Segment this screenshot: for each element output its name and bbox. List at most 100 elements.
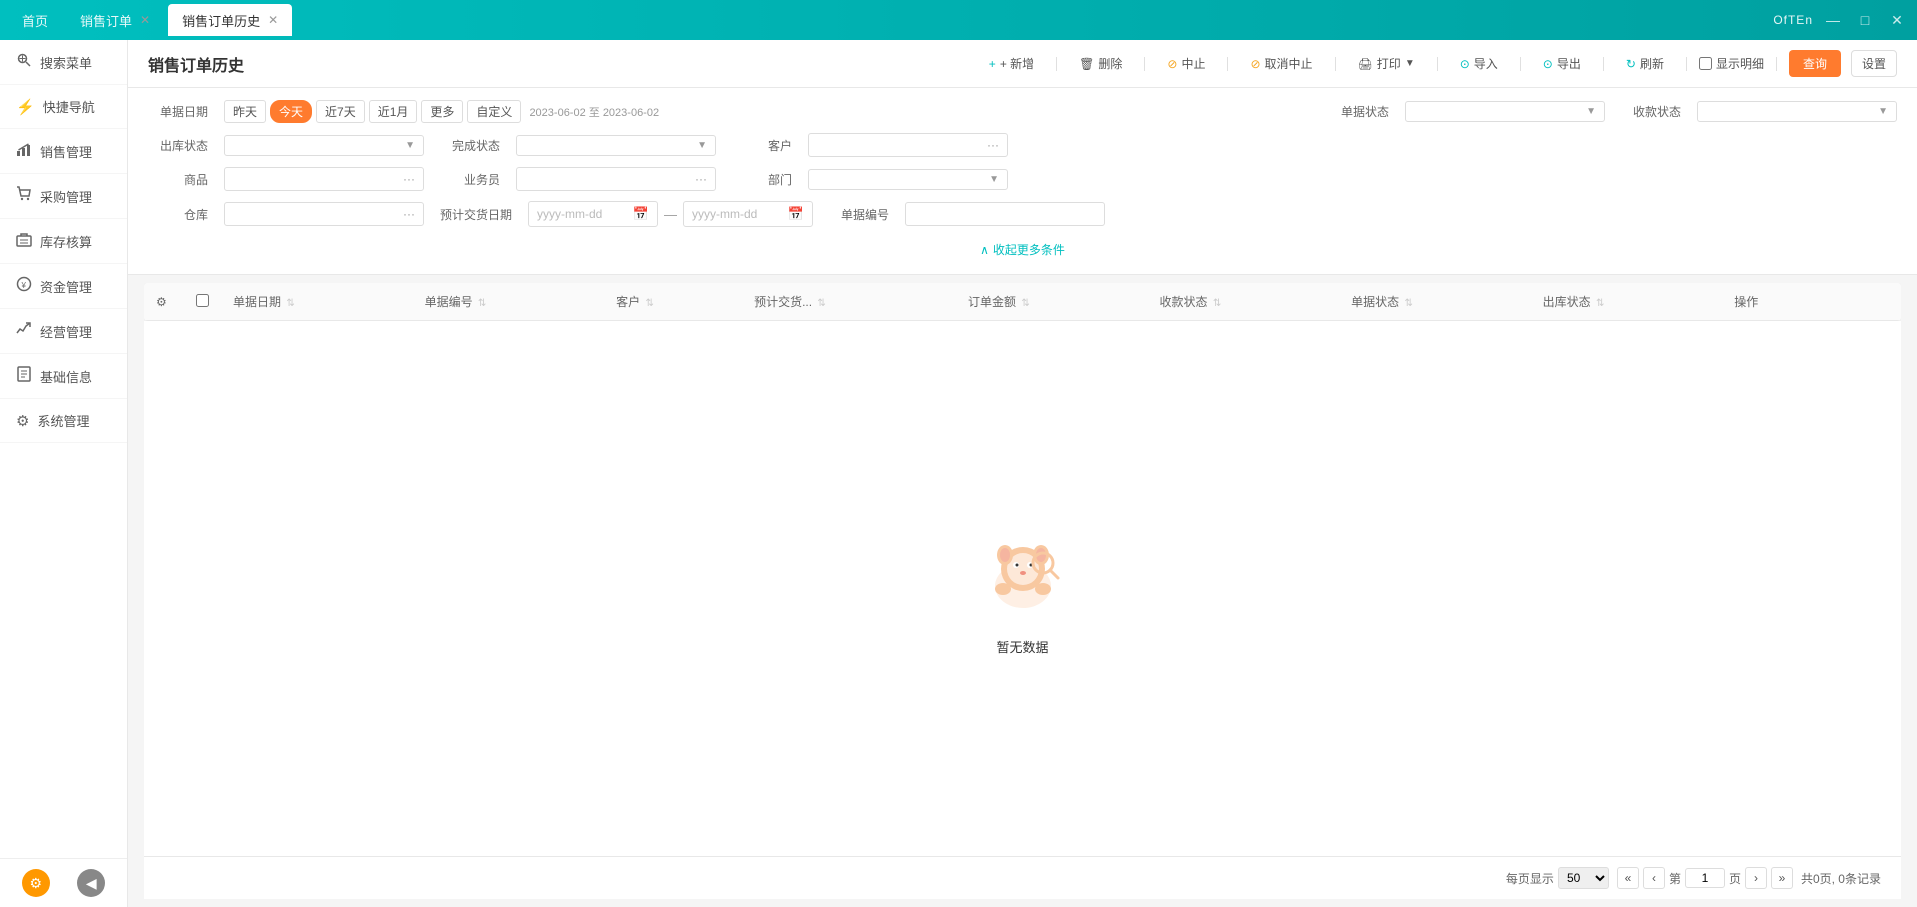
sidebar-item-sys-mgmt[interactable]: ⚙ 系统管理 <box>0 399 127 443</box>
filter-row-2: 出库状态 ▼ 完成状态 ▼ 客户 ··· <box>148 133 1897 157</box>
first-page-btn[interactable]: « <box>1617 867 1639 889</box>
date-btn-7days[interactable]: 近7天 <box>316 100 365 123</box>
delivery-date-start-cal-icon: 📅 <box>633 206 649 222</box>
inventory-icon <box>16 231 32 251</box>
th-out-status[interactable]: 出库状态 ⇅ <box>1531 283 1723 321</box>
delivery-date-start[interactable]: yyyy-mm-dd 📅 <box>528 201 658 227</box>
complete-status-select[interactable]: ▼ <box>516 135 716 156</box>
dept-select[interactable]: ▼ <box>808 169 1008 190</box>
th-voucher-no[interactable]: 单据编号 ⇅ <box>413 283 605 321</box>
query-btn[interactable]: 查询 <box>1789 50 1841 77</box>
settings-btn[interactable]: 设置 <box>1851 50 1897 77</box>
sidebar-item-basic-info[interactable]: 基础信息 <box>0 354 127 399</box>
minimize-btn[interactable]: — <box>1821 8 1845 32</box>
th-voucher-date[interactable]: 单据日期 ⇅ <box>221 283 413 321</box>
page-title: 销售订单历史 <box>148 52 244 76</box>
page-input[interactable] <box>1685 868 1725 888</box>
import-btn[interactable]: ⊙ 导入 <box>1450 51 1508 76</box>
page-header: 销售订单历史 + + 新增 🗑 删除 ⊘ 中止 ⊘ <box>128 40 1917 88</box>
delivery-date-end[interactable]: yyyy-mm-dd 📅 <box>683 201 813 227</box>
main-layout: 搜索菜单 ⚡ 快捷导航 销售管理 <box>0 40 1917 907</box>
warehouse-input[interactable]: ··· <box>224 202 424 226</box>
export-btn[interactable]: ⊙ 导出 <box>1533 51 1591 76</box>
sidebar: 搜索菜单 ⚡ 快捷导航 销售管理 <box>0 40 128 907</box>
tab-sales-order-history[interactable]: 销售订单历史 ✕ <box>168 4 292 36</box>
collapse-sidebar-btn[interactable]: ◀ <box>77 869 105 897</box>
voucher-date-control: 昨天 今天 近7天 近1月 更多 自定义 2023-06-02 至 2023-0… <box>224 100 1313 123</box>
show-detail-checkbox[interactable] <box>1699 57 1712 70</box>
customer-input[interactable]: ··· <box>808 133 1008 157</box>
receipt-status-arrow-icon: ▼ <box>1878 106 1888 117</box>
refresh-btn[interactable]: ↻ 刷新 <box>1616 51 1674 76</box>
page-jump-label: 第 <box>1669 870 1681 887</box>
per-page-select: 每页显示 10 20 50 100 <box>1506 867 1609 889</box>
show-detail-checkbox-label[interactable]: 显示明细 <box>1699 55 1764 72</box>
date-btn-custom[interactable]: 自定义 <box>467 100 521 123</box>
sales-mgmt-icon <box>16 141 32 161</box>
delete-btn[interactable]: 🗑 删除 <box>1069 51 1132 76</box>
th-receipt-status[interactable]: 收款状态 ⇅ <box>1148 283 1340 321</box>
cancel-stop-btn[interactable]: ⊘ 取消中止 <box>1240 51 1322 76</box>
tab-sales-order-history-label: 销售订单历史 <box>182 11 260 30</box>
th-voucher-status[interactable]: 单据状态 ⇅ <box>1339 283 1531 321</box>
divider-2 <box>1144 57 1145 71</box>
voucher-status-select[interactable]: ▼ <box>1405 101 1605 122</box>
sidebar-item-inventory[interactable]: 库存核算 <box>0 219 127 264</box>
date-btn-more[interactable]: 更多 <box>421 100 463 123</box>
th-order-amount[interactable]: 订单金额 ⇅ <box>956 283 1148 321</box>
settings-bottom-icon[interactable]: ⚙ <box>22 869 50 897</box>
prev-page-btn[interactable]: ‹ <box>1643 867 1665 889</box>
stop-btn[interactable]: ⊘ 中止 <box>1157 51 1215 76</box>
maximize-btn[interactable]: □ <box>1853 8 1877 32</box>
voucher-no-input[interactable] <box>905 202 1105 226</box>
tab-sales-order-history-close[interactable]: ✕ <box>268 13 278 27</box>
print-btn[interactable]: 🖨 打印 ▼ <box>1348 51 1425 76</box>
per-page-dropdown[interactable]: 10 20 50 100 <box>1558 867 1609 889</box>
sidebar-item-sales-mgmt[interactable]: 销售管理 <box>0 129 127 174</box>
settings-gear-icon[interactable]: ⚙ <box>156 295 167 309</box>
warehouse-label: 仓库 <box>148 206 208 223</box>
sidebar-item-operations[interactable]: 经营管理 <box>0 309 127 354</box>
th-customer[interactable]: 客户 ⇅ <box>604 283 742 321</box>
tab-home[interactable]: 首页 <box>8 4 62 36</box>
finance-icon: ¥ <box>16 276 32 296</box>
next-page-btn[interactable]: › <box>1745 867 1767 889</box>
product-input[interactable]: ··· <box>224 167 424 191</box>
salesperson-input[interactable]: ··· <box>516 167 716 191</box>
sidebar-item-purchase-mgmt[interactable]: 采购管理 <box>0 174 127 219</box>
out-status-select[interactable]: ▼ <box>224 135 424 156</box>
th-delivery-date[interactable]: 预计交货... ⇅ <box>742 283 956 321</box>
select-all-checkbox[interactable] <box>196 294 209 307</box>
new-btn[interactable]: + + 新增 <box>979 51 1044 76</box>
th-checkbox[interactable] <box>184 283 221 321</box>
th-delivery-date-label: 预计交货... <box>754 295 812 309</box>
purchase-mgmt-icon <box>16 186 32 206</box>
show-detail-label: 显示明细 <box>1716 55 1764 72</box>
last-page-btn[interactable]: » <box>1771 867 1793 889</box>
collapse-btn[interactable]: ∧ 收起更多条件 <box>980 237 1065 262</box>
sidebar-item-finance[interactable]: ¥ 资金管理 <box>0 264 127 309</box>
sidebar-item-quick-nav[interactable]: ⚡ 快捷导航 <box>0 85 127 129</box>
tab-sales-order[interactable]: 销售订单 ✕ <box>66 4 164 36</box>
order-amount-sort-icon: ⇅ <box>1021 298 1029 309</box>
date-btn-1month[interactable]: 近1月 <box>369 100 418 123</box>
empty-state-icon <box>973 521 1073 621</box>
refresh-icon: ↻ <box>1626 57 1636 71</box>
th-voucher-no-label: 单据编号 <box>425 295 473 309</box>
sidebar-item-search-menu[interactable]: 搜索菜单 <box>0 40 127 85</box>
date-btn-today[interactable]: 今天 <box>270 100 312 123</box>
dept-label: 部门 <box>732 171 792 188</box>
svg-text:¥: ¥ <box>21 281 27 290</box>
date-btn-yesterday[interactable]: 昨天 <box>224 100 266 123</box>
sidebar-item-sys-mgmt-label: 系统管理 <box>37 411 89 430</box>
out-status-arrow-icon: ▼ <box>405 140 415 151</box>
tab-sales-order-close[interactable]: ✕ <box>140 13 150 27</box>
print-arrow-icon: ▼ <box>1405 58 1415 69</box>
voucher-date-label: 单据日期 <box>148 103 208 120</box>
th-settings[interactable]: ⚙ <box>144 283 184 321</box>
customer-label: 客户 <box>732 137 792 154</box>
close-window-btn[interactable]: ✕ <box>1885 8 1909 32</box>
stop-label: 中止 <box>1181 55 1205 72</box>
receipt-status-select[interactable]: ▼ <box>1697 101 1897 122</box>
operations-icon <box>16 321 32 341</box>
